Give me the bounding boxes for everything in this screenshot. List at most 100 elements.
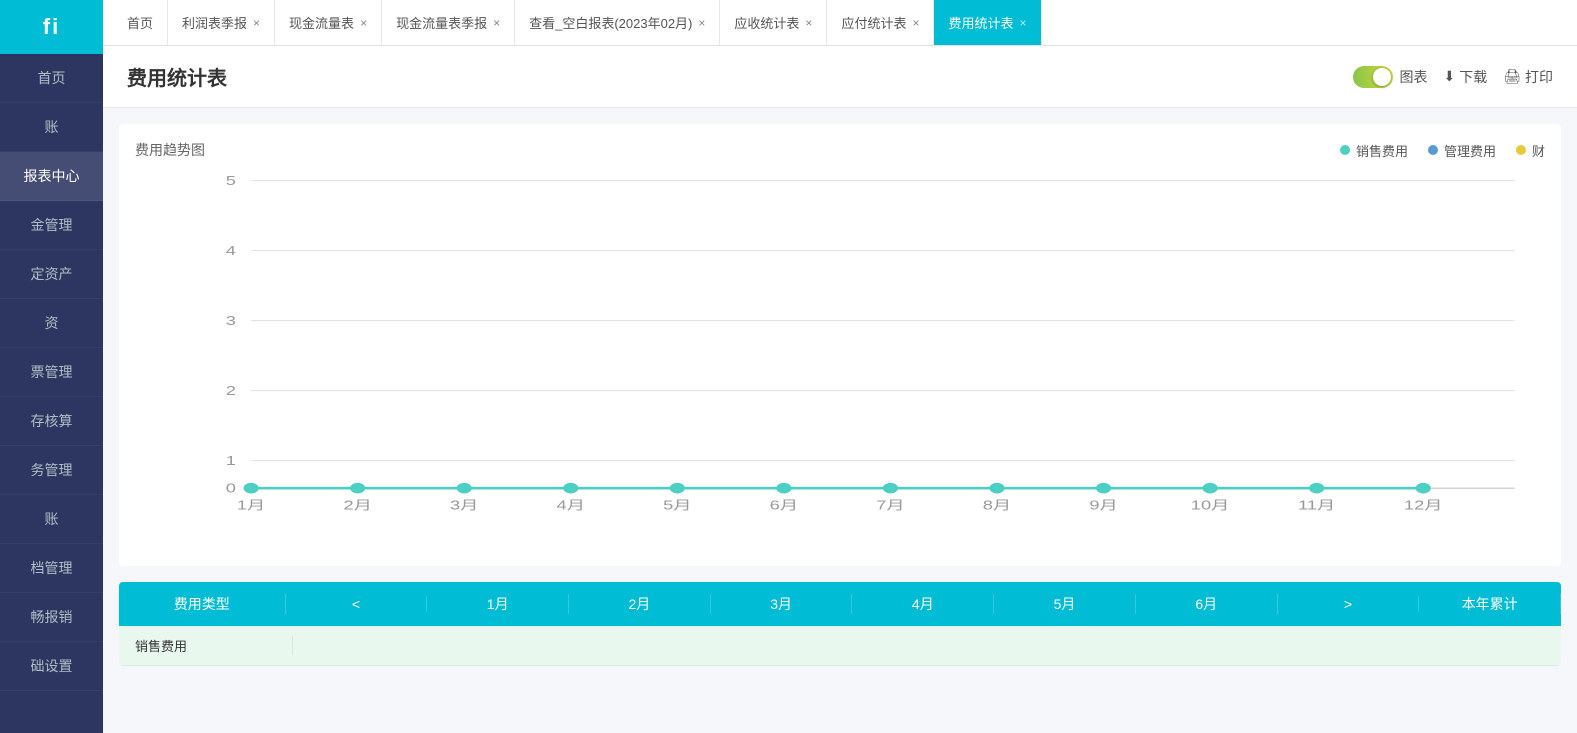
- svg-text:9月: 9月: [1089, 499, 1117, 513]
- tab-close-profit-quarterly[interactable]: ×: [253, 16, 260, 30]
- table-header-month1: 1月: [427, 594, 569, 614]
- page-title: 费用统计表: [127, 62, 227, 91]
- table-header-row: 费用类型 < 1月 2月 3月 4月 5月: [119, 582, 1561, 626]
- month3-label: 3月: [770, 594, 792, 614]
- table-cell-type: 销售费用: [119, 636, 293, 655]
- table-header-month3: 3月: [711, 594, 853, 614]
- chart-toggle[interactable]: 图表: [1353, 66, 1427, 88]
- chart-canvas-area: 5 4 3 2 1 0: [135, 170, 1545, 550]
- sidebar-item-inventory[interactable]: 存核算: [0, 397, 103, 446]
- svg-text:2: 2: [226, 384, 236, 398]
- svg-text:3月: 3月: [450, 499, 478, 513]
- svg-text:4: 4: [226, 244, 236, 258]
- legend-dot-admin: [1428, 145, 1438, 155]
- month1-label: 1月: [487, 594, 509, 614]
- month4-label: 4月: [912, 594, 934, 614]
- tab-close-expense-stats[interactable]: ×: [1019, 16, 1026, 30]
- table-header-type: 费用类型: [119, 594, 286, 614]
- tab-close-cashflow-quarterly[interactable]: ×: [493, 16, 500, 30]
- chart-section: 费用趋势图 销售费用 管理费用 财: [119, 124, 1561, 566]
- month6-label: 6月: [1195, 594, 1217, 614]
- sidebar-item-account[interactable]: 账: [0, 495, 103, 544]
- print-button[interactable]: 🖨 打印: [1503, 67, 1553, 87]
- svg-text:6月: 6月: [770, 499, 798, 513]
- svg-text:2月: 2月: [343, 499, 371, 513]
- chart-svg: 5 4 3 2 1 0: [175, 170, 1545, 520]
- sidebar-item-expense[interactable]: 畅报销: [0, 593, 103, 642]
- main-content: 首页 利润表季报 × 现金流量表 × 现金流量表季报 × 查看_空白报表(202…: [103, 0, 1577, 733]
- tab-close-cashflow[interactable]: ×: [360, 16, 367, 30]
- sidebar-item-settings[interactable]: 础设置: [0, 642, 103, 691]
- sidebar-logo: fi: [0, 0, 103, 54]
- svg-text:5: 5: [226, 174, 236, 188]
- download-button[interactable]: ⬇ 下载: [1443, 67, 1487, 87]
- page-actions: 图表 ⬇ 下载 🖨 打印: [1353, 66, 1553, 88]
- legend-dot-finance: [1516, 145, 1526, 155]
- sidebar-item-home[interactable]: 首页: [0, 54, 103, 103]
- page-content: 费用统计表 图表 ⬇ 下载 🖨 打印: [103, 46, 1577, 733]
- year-total-label: 本年累计: [1462, 594, 1518, 614]
- table-header-year-total: 本年累计: [1419, 594, 1561, 614]
- legend-sales: 销售费用: [1340, 141, 1408, 160]
- nav-next-icon[interactable]: >: [1344, 596, 1352, 612]
- svg-text:8月: 8月: [983, 499, 1011, 513]
- table-header-month4: 4月: [852, 594, 994, 614]
- page-header: 费用统计表 图表 ⬇ 下载 🖨 打印: [103, 46, 1577, 108]
- month5-label: 5月: [1054, 594, 1076, 614]
- tab-cashflow-quarterly[interactable]: 现金流量表季报 ×: [382, 0, 515, 46]
- chart-header: 费用趋势图 销售费用 管理费用 财: [135, 140, 1545, 160]
- legend-finance: 财: [1516, 141, 1545, 160]
- svg-text:11月: 11月: [1298, 499, 1335, 513]
- legend-label-sales: 销售费用: [1356, 141, 1408, 160]
- svg-text:12月: 12月: [1404, 499, 1443, 513]
- sidebar: fi 首页 账 报表中心 金管理 定资产 资 票管理 存核算 务管理 账 档管理…: [0, 0, 103, 733]
- table-header-type-label: 费用类型: [174, 594, 230, 614]
- tab-receivable[interactable]: 应收统计表 ×: [720, 0, 827, 46]
- tab-home[interactable]: 首页: [113, 0, 168, 46]
- sidebar-item-salary[interactable]: 资: [0, 299, 103, 348]
- sidebar-item-ledger[interactable]: 账: [0, 103, 103, 152]
- tab-expense-stats[interactable]: 费用统计表 ×: [934, 0, 1041, 46]
- legend-admin: 管理费用: [1428, 141, 1496, 160]
- sidebar-item-affairs[interactable]: 务管理: [0, 446, 103, 495]
- sidebar-item-reports[interactable]: 报表中心: [0, 152, 103, 201]
- nav-prev-icon[interactable]: <: [352, 596, 360, 612]
- sidebar-item-finance[interactable]: 金管理: [0, 201, 103, 250]
- svg-text:3: 3: [226, 314, 236, 328]
- legend-label-finance: 财: [1532, 141, 1545, 160]
- tab-close-receivable[interactable]: ×: [805, 16, 812, 30]
- table-header-nav-prev[interactable]: <: [286, 596, 428, 612]
- tab-payable[interactable]: 应付统计表 ×: [827, 0, 934, 46]
- chart-legend: 销售费用 管理费用 财: [1340, 141, 1545, 160]
- table-header-nav-next[interactable]: >: [1278, 596, 1420, 612]
- svg-text:4月: 4月: [557, 499, 585, 513]
- table-row: 销售费用: [119, 626, 1561, 666]
- legend-dot-sales: [1340, 145, 1350, 155]
- svg-text:7月: 7月: [876, 499, 904, 513]
- tab-profit-quarterly[interactable]: 利润表季报 ×: [168, 0, 275, 46]
- table-header-month6: 6月: [1136, 594, 1278, 614]
- table-header-month2: 2月: [569, 594, 711, 614]
- tab-cashflow[interactable]: 现金流量表 ×: [275, 0, 382, 46]
- toggle-thumb: [1373, 68, 1391, 86]
- svg-text:1月: 1月: [237, 499, 265, 513]
- download-label: 下载: [1459, 67, 1487, 87]
- svg-text:5月: 5月: [663, 499, 691, 513]
- chart-toggle-label: 图表: [1399, 67, 1427, 87]
- svg-text:10月: 10月: [1191, 499, 1230, 513]
- tab-close-payable[interactable]: ×: [912, 16, 919, 30]
- tab-blank-report[interactable]: 查看_空白报表(2023年02月) ×: [515, 0, 720, 46]
- print-icon: 🖨: [1503, 68, 1521, 85]
- sidebar-item-invoice[interactable]: 票管理: [0, 348, 103, 397]
- toggle-track[interactable]: [1353, 66, 1393, 88]
- print-label: 打印: [1525, 67, 1553, 87]
- data-table: 费用类型 < 1月 2月 3月 4月 5月: [119, 582, 1561, 666]
- sidebar-item-assets[interactable]: 定资产: [0, 250, 103, 299]
- tab-close-blank-report[interactable]: ×: [698, 16, 705, 30]
- chart-title: 费用趋势图: [135, 140, 205, 160]
- svg-text:0: 0: [226, 482, 236, 496]
- legend-label-admin: 管理费用: [1444, 141, 1496, 160]
- month2-label: 2月: [629, 594, 651, 614]
- tabs-bar: 首页 利润表季报 × 现金流量表 × 现金流量表季报 × 查看_空白报表(202…: [103, 0, 1577, 46]
- sidebar-item-archive[interactable]: 档管理: [0, 544, 103, 593]
